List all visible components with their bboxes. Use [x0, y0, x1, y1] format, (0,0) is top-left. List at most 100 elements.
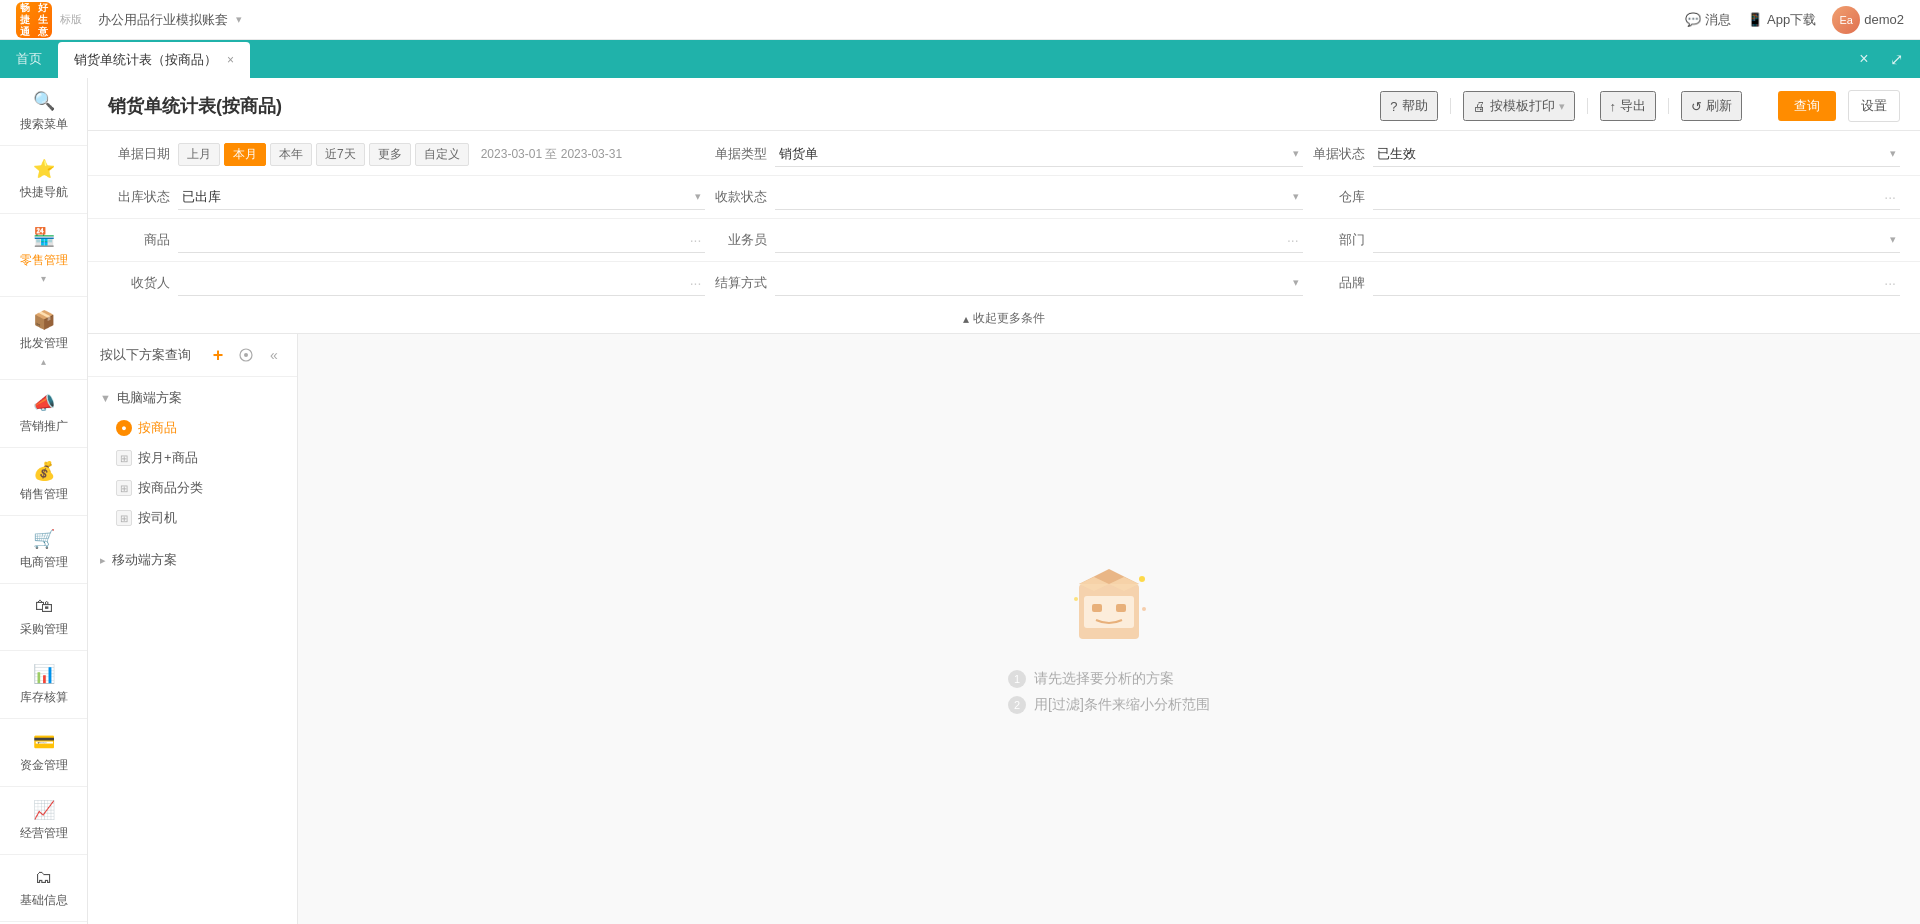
filter-date-cell: 单据日期 上月 本月 本年 近7天 更多 自定义 2023-03-01 至 20…: [108, 141, 705, 175]
payment-field[interactable]: ▾: [775, 184, 1302, 210]
filter-row-2: 出库状态 已出库 ▾ 收款状态 ▾ 仓库: [88, 176, 1920, 219]
scheme-section-pc-header[interactable]: ▼ 电脑端方案: [88, 383, 297, 413]
collapse-label: 收起更多条件: [973, 310, 1045, 327]
message-btn[interactable]: 💬 消息: [1685, 11, 1731, 29]
paymethod-field[interactable]: ▾: [775, 270, 1302, 296]
help-btn[interactable]: ? 帮助: [1380, 91, 1437, 121]
scheme-section-mobile-header[interactable]: ▸ 移动端方案: [88, 545, 297, 575]
pc-section-arrow: ▼: [100, 392, 111, 404]
sidebar-item-ecommerce-label: 电商管理: [20, 554, 68, 571]
app-download-btn[interactable]: 📱 App下载: [1747, 11, 1816, 29]
export-btn[interactable]: ↑ 导出: [1600, 91, 1657, 121]
outstatus-field[interactable]: 已出库 ▾: [178, 184, 705, 210]
brand-field[interactable]: ···: [1373, 270, 1900, 296]
scheme-collapse-btn[interactable]: «: [263, 344, 285, 366]
receiver-field[interactable]: ···: [178, 270, 705, 296]
sidebar-item-wholesale[interactable]: 📦 批发管理 ▴: [0, 297, 87, 380]
refresh-btn[interactable]: ↺ 刷新: [1681, 91, 1742, 121]
scheme-edit-btn[interactable]: [235, 344, 257, 366]
user-btn[interactable]: Ea demo2: [1832, 6, 1904, 34]
scheme-item-by-goods-cat[interactable]: ⊞ 按商品分类: [88, 473, 297, 503]
warehouse-field[interactable]: ···: [1373, 184, 1900, 210]
tab-maximize-icon[interactable]: ⤢: [1884, 47, 1908, 71]
doctype-arrow-icon: ▾: [1293, 147, 1299, 160]
sidebar-item-search-label: 搜索菜单: [20, 116, 68, 133]
marketing-icon: 📣: [33, 392, 55, 414]
date-btn-7days[interactable]: 近7天: [316, 143, 365, 166]
date-btn-custom[interactable]: 自定义: [415, 143, 469, 166]
scheme-item-by-month-goods-label: 按月+商品: [138, 449, 198, 467]
sidebar-item-search[interactable]: 🔍 搜索菜单: [0, 78, 87, 146]
tab-report[interactable]: 销货单统计表（按商品） ×: [58, 42, 250, 78]
page-body: 单据日期 上月 本月 本年 近7天 更多 自定义 2023-03-01 至 20…: [88, 131, 1920, 924]
sidebar: 🔍 搜索菜单 ⭐ 快捷导航 🏪 零售管理 ▾ 📦 批发管理 ▴ 📣 营销推广 💰…: [0, 78, 88, 924]
empty-illustration: [1054, 544, 1164, 654]
settings-btn[interactable]: 设置: [1848, 90, 1900, 122]
export-label: 导出: [1620, 97, 1646, 115]
svg-point-9: [1139, 576, 1145, 582]
sidebar-item-quick-nav[interactable]: ⭐ 快捷导航: [0, 146, 87, 214]
refresh-icon: ↺: [1691, 99, 1702, 114]
date-btn-more[interactable]: 更多: [369, 143, 411, 166]
wholesale-arrow-icon: ▴: [41, 356, 46, 367]
date-btn-last-month[interactable]: 上月: [178, 143, 220, 166]
app-download-label: App下载: [1767, 11, 1816, 29]
docstatus-value: 已生效: [1377, 145, 1416, 163]
dept-field[interactable]: ▾: [1373, 227, 1900, 253]
sidebar-item-marketing[interactable]: 📣 营销推广: [0, 380, 87, 448]
scheme-item-by-cashier[interactable]: ⊞ 按司机: [88, 503, 297, 533]
scheme-item-by-goods[interactable]: ● 按商品: [88, 413, 297, 443]
collapse-btn[interactable]: ▴ 收起更多条件: [963, 310, 1045, 327]
sales-icon: 💰: [33, 460, 55, 482]
sidebar-item-sales[interactable]: 💰 销售管理: [0, 448, 87, 516]
sidebar-item-basic[interactable]: 🗂 基础信息: [0, 855, 87, 922]
page-actions: ? 帮助 🖨 按模板打印 ▾ ↑ 导出 ↺ 刷新: [1380, 90, 1900, 122]
goods-field[interactable]: ···: [178, 227, 705, 253]
scheme-item-by-cashier-label: 按司机: [138, 509, 177, 527]
doctype-field[interactable]: 销货单 ▾: [775, 141, 1302, 167]
retail-icon: 🏪: [33, 226, 55, 248]
sidebar-item-ecommerce[interactable]: 🛒 电商管理: [0, 516, 87, 584]
tab-close-icon[interactable]: ×: [227, 53, 234, 67]
tab-window-actions: × ⤢: [1840, 47, 1920, 71]
sidebar-item-operations[interactable]: 📈 经营管理: [0, 787, 87, 855]
scheme-item-by-month-goods[interactable]: ⊞ 按月+商品: [88, 443, 297, 473]
date-btn-this-year[interactable]: 本年: [270, 143, 312, 166]
docstatus-field[interactable]: 已生效 ▾: [1373, 141, 1900, 167]
sidebar-item-inventory-label: 库存核算: [20, 689, 68, 706]
scheme-header: 按以下方案查询 + «: [88, 334, 297, 377]
print-btn[interactable]: 🖨 按模板打印 ▾: [1463, 91, 1575, 121]
warehouse-label: 仓库: [1303, 188, 1373, 206]
tip-1-text: 请先选择要分析的方案: [1034, 670, 1174, 688]
purchase-icon: 🛍: [35, 596, 53, 617]
export-icon: ↑: [1610, 99, 1617, 114]
refresh-label: 刷新: [1706, 97, 1732, 115]
doctype-label: 单据类型: [705, 145, 775, 163]
tab-close-window-icon[interactable]: ×: [1852, 47, 1876, 71]
empty-text: 1 请先选择要分析的方案 2 用[过滤]条件来缩小分析范围: [1008, 670, 1210, 714]
sidebar-item-inventory[interactable]: 📊 库存核算: [0, 651, 87, 719]
svg-rect-7: [1092, 604, 1102, 612]
paymethod-label: 结算方式: [705, 274, 775, 292]
industry-dropdown-icon[interactable]: ▾: [236, 13, 242, 26]
outstatus-value: 已出库: [182, 188, 221, 206]
sidebar-item-purchase[interactable]: 🛍 采购管理: [0, 584, 87, 651]
scheme-add-btn[interactable]: +: [207, 344, 229, 366]
filter-brand-cell: 品牌 ···: [1303, 270, 1900, 304]
industry-name: 办公用品行业模拟账套: [98, 11, 228, 29]
sidebar-item-finance[interactable]: 💳 资金管理: [0, 719, 87, 787]
message-label: 消息: [1705, 11, 1731, 29]
sidebar-item-retail[interactable]: 🏪 零售管理 ▾: [0, 214, 87, 297]
search-menu-icon: 🔍: [33, 90, 55, 112]
filter-warehouse-cell: 仓库 ···: [1303, 184, 1900, 218]
filter-row-3: 商品 ··· 业务员 ··· 部门: [88, 219, 1920, 262]
filter-salesman-cell: 业务员 ···: [705, 227, 1302, 261]
scheme-section-mobile: ▸ 移动端方案: [88, 539, 297, 581]
date-btn-this-month[interactable]: 本月: [224, 143, 266, 166]
salesman-field[interactable]: ···: [775, 227, 1302, 253]
receiver-label: 收货人: [108, 274, 178, 292]
tab-home[interactable]: 首页: [0, 40, 58, 78]
sidebar-item-operations-label: 经营管理: [20, 825, 68, 842]
filter-receiver-cell: 收货人 ···: [108, 270, 705, 304]
query-btn[interactable]: 查询: [1778, 91, 1836, 121]
